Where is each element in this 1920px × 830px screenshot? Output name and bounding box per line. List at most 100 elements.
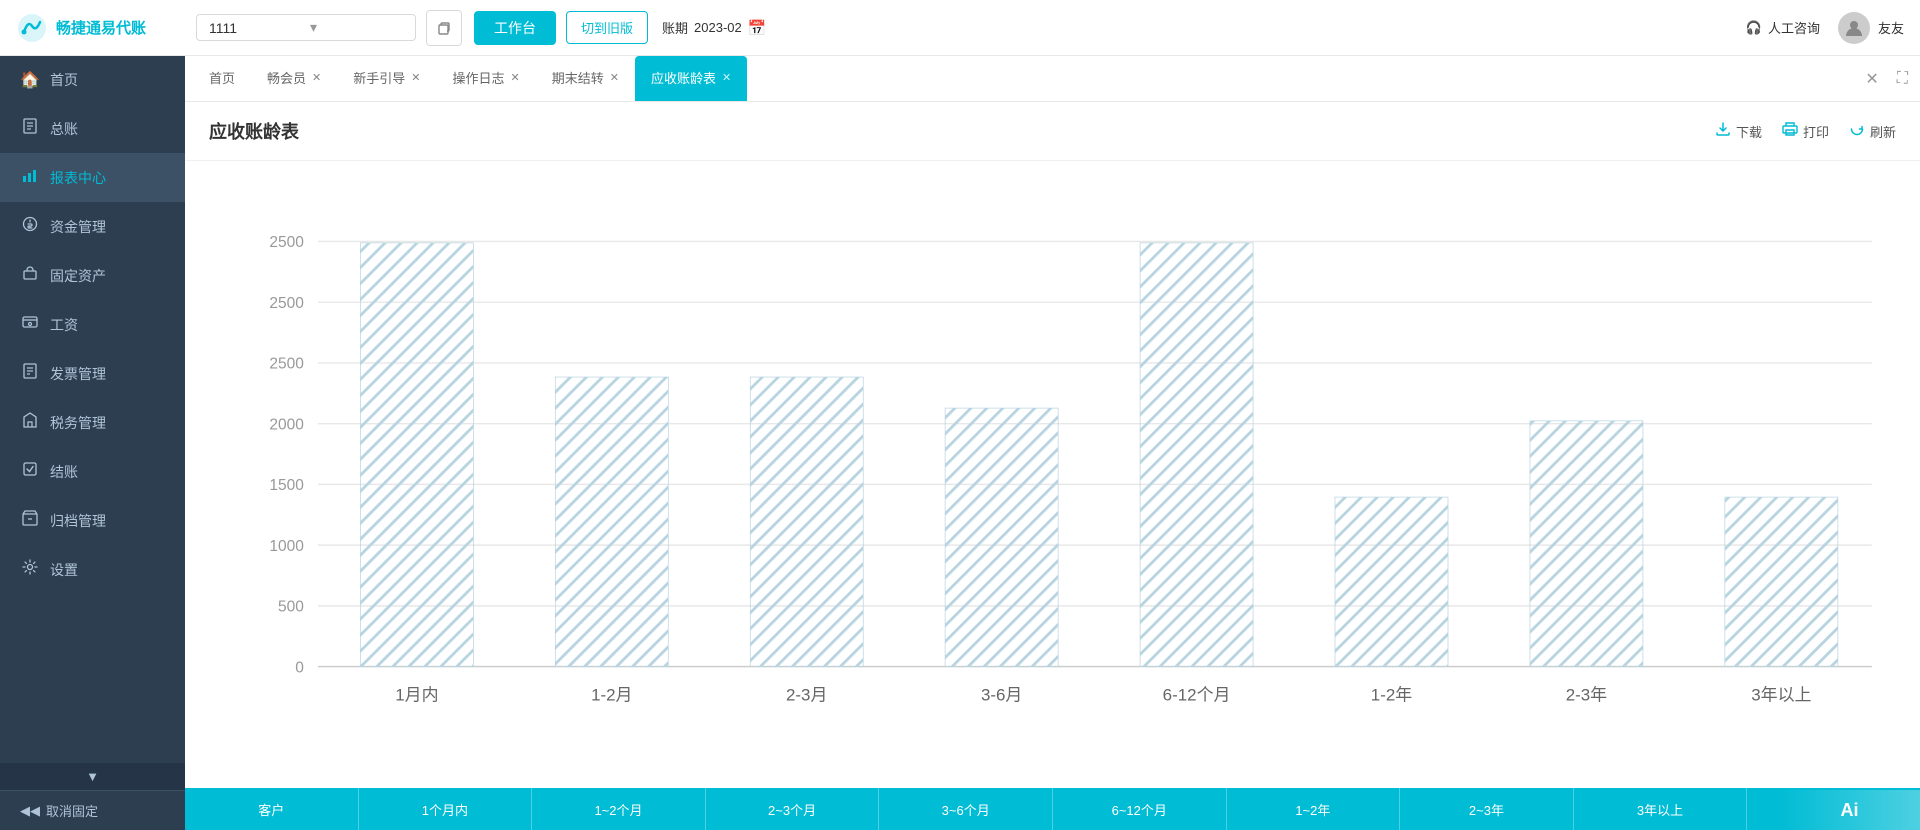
tab-guide[interactable]: 新手引导 ✕ xyxy=(337,56,436,101)
svg-text:1月内: 1月内 xyxy=(395,686,438,705)
page-actions: 下载 打印 xyxy=(1715,121,1896,141)
switch-version-button[interactable]: 切到旧版 xyxy=(566,11,648,44)
sidebar-item-archive[interactable]: 归档管理 xyxy=(0,496,185,545)
assets-icon xyxy=(20,265,40,286)
footer-col-2-3y: 2~3年 xyxy=(1400,788,1574,830)
tab-guide-close[interactable]: ✕ xyxy=(411,71,420,84)
svg-text:3-6月: 3-6月 xyxy=(981,686,1022,705)
svg-text:0: 0 xyxy=(295,659,304,676)
copy-button[interactable] xyxy=(426,10,462,46)
tab-oplog[interactable]: 操作日志 ✕ xyxy=(436,56,535,101)
user-area[interactable]: 友友 xyxy=(1838,12,1904,44)
tabs-bar: 首页 畅会员 ✕ 新手引导 ✕ 操作日志 ✕ 期末结转 ✕ 应收账龄表 ✕ xyxy=(185,56,1920,102)
download-button[interactable]: 下载 xyxy=(1715,121,1762,141)
sidebar-item-settings[interactable]: 设置 xyxy=(0,545,185,594)
company-name: 1111 xyxy=(209,20,302,36)
expand-tab-button[interactable]: ⛶ xyxy=(1893,66,1912,92)
sidebar-label-assets: 固定资产 xyxy=(50,266,106,286)
sidebar-label-reports: 报表中心 xyxy=(50,168,106,188)
sidebar-label-ledger: 总账 xyxy=(50,119,78,139)
salary-icon xyxy=(20,314,40,335)
sidebar-scroll-down[interactable]: ▼ xyxy=(0,763,185,790)
period-label: 账期 xyxy=(662,18,688,37)
tab-period-end[interactable]: 期末结转 ✕ xyxy=(536,56,635,101)
top-header: 畅捷通易代账 1111 ▾ 工作台 切到旧版 账期 2023-02 📅 🎧 人工… xyxy=(0,0,1920,56)
tab-member-close[interactable]: ✕ xyxy=(312,71,321,84)
funds-icon xyxy=(20,216,40,237)
chart-area: 2500 2500 2500 2000 1500 1000 500 0 xyxy=(185,161,1920,788)
logo-area: 畅捷通易代账 xyxy=(16,12,196,44)
footer-col-customer: 客户 xyxy=(185,788,359,830)
sidebar-label-invoice: 发票管理 xyxy=(50,364,106,384)
sidebar: 🏠 首页 总账 xyxy=(0,56,185,830)
print-button[interactable]: 打印 xyxy=(1782,121,1829,141)
print-label: 打印 xyxy=(1803,122,1829,141)
print-icon xyxy=(1782,121,1798,141)
sidebar-item-home[interactable]: 🏠 首页 xyxy=(0,56,185,104)
ledger-icon xyxy=(20,118,40,139)
workbench-button[interactable]: 工作台 xyxy=(474,11,556,45)
tab-guide-label: 新手引导 xyxy=(353,68,405,87)
refresh-label: 刷新 xyxy=(1870,122,1896,141)
calendar-icon[interactable]: 📅 xyxy=(748,19,767,37)
svg-text:2500: 2500 xyxy=(269,295,304,312)
svg-text:2500: 2500 xyxy=(269,356,304,373)
cancel-fixed-label: 取消固定 xyxy=(46,801,98,820)
content-area: 首页 畅会员 ✕ 新手引导 ✕ 操作日志 ✕ 期末结转 ✕ 应收账龄表 ✕ xyxy=(185,56,1920,830)
settings-icon xyxy=(20,559,40,580)
footer-col-3y-plus: 3年以上 xyxy=(1574,788,1748,830)
close-all-tabs-button[interactable]: ✕ xyxy=(1861,65,1882,93)
settle-icon xyxy=(20,461,40,482)
tab-oplog-close[interactable]: ✕ xyxy=(511,71,520,84)
aging-chart: 2500 2500 2500 2000 1500 1000 500 0 xyxy=(205,171,1900,778)
sidebar-item-assets[interactable]: 固定资产 xyxy=(0,251,185,300)
sidebar-item-settle[interactable]: 结账 xyxy=(0,447,185,496)
consult-button[interactable]: 🎧 人工咨询 xyxy=(1746,18,1820,37)
user-name: 友友 xyxy=(1878,18,1904,37)
svg-text:1500: 1500 xyxy=(269,477,304,494)
tab-member[interactable]: 畅会员 ✕ xyxy=(251,56,337,101)
footer-col-3-6m: 3~6个月 xyxy=(879,788,1053,830)
pin-icon: ◀◀ xyxy=(20,803,40,819)
tab-aging-label: 应收账龄表 xyxy=(651,68,716,87)
consult-label: 人工咨询 xyxy=(1768,18,1820,37)
tab-aging-close[interactable]: ✕ xyxy=(722,71,731,84)
refresh-button[interactable]: 刷新 xyxy=(1849,121,1896,141)
ai-badge[interactable]: Ai xyxy=(1779,790,1920,830)
footer-col-1-2m: 1~2个月 xyxy=(532,788,706,830)
sidebar-label-salary: 工资 xyxy=(50,315,78,335)
sidebar-item-invoice[interactable]: 发票管理 xyxy=(0,349,185,398)
sidebar-item-tax[interactable]: 税务管理 xyxy=(0,398,185,447)
svg-text:3年以上: 3年以上 xyxy=(1751,686,1811,705)
tab-home-label: 首页 xyxy=(209,68,235,87)
tab-period-end-close[interactable]: ✕ xyxy=(610,71,619,84)
period-value: 2023-02 xyxy=(694,20,742,35)
svg-text:2500: 2500 xyxy=(269,234,304,251)
header-right: 🎧 人工咨询 友友 xyxy=(1746,12,1904,44)
sidebar-label-archive: 归档管理 xyxy=(50,511,106,531)
tax-icon xyxy=(20,412,40,433)
headset-icon: 🎧 xyxy=(1746,20,1762,36)
main-layout: 🏠 首页 总账 xyxy=(0,56,1920,830)
company-select[interactable]: 1111 ▾ xyxy=(196,14,416,41)
sidebar-label-home: 首页 xyxy=(50,70,78,90)
cancel-fixed-button[interactable]: ◀◀ 取消固定 xyxy=(0,791,185,830)
sidebar-item-salary[interactable]: 工资 xyxy=(0,300,185,349)
sidebar-item-funds[interactable]: 资金管理 xyxy=(0,202,185,251)
page-content: 应收账龄表 下载 xyxy=(185,102,1920,830)
footer-col-6-12m: 6~12个月 xyxy=(1053,788,1227,830)
logo-text: 畅捷通易代账 xyxy=(56,17,146,38)
svg-text:6-12个月: 6-12个月 xyxy=(1163,686,1231,705)
tab-period-end-label: 期末结转 xyxy=(552,68,604,87)
sidebar-bottom: ◀◀ 取消固定 xyxy=(0,790,185,830)
tab-home[interactable]: 首页 xyxy=(193,56,251,101)
home-icon: 🏠 xyxy=(20,70,40,90)
sidebar-item-ledger[interactable]: 总账 xyxy=(0,104,185,153)
page-title: 应收账龄表 xyxy=(209,118,299,144)
logo-icon xyxy=(16,12,48,44)
svg-text:1000: 1000 xyxy=(269,538,304,555)
download-label: 下载 xyxy=(1736,122,1762,141)
tab-aging[interactable]: 应收账龄表 ✕ xyxy=(635,56,747,101)
sidebar-item-reports[interactable]: 报表中心 xyxy=(0,153,185,202)
svg-text:2000: 2000 xyxy=(269,416,304,433)
